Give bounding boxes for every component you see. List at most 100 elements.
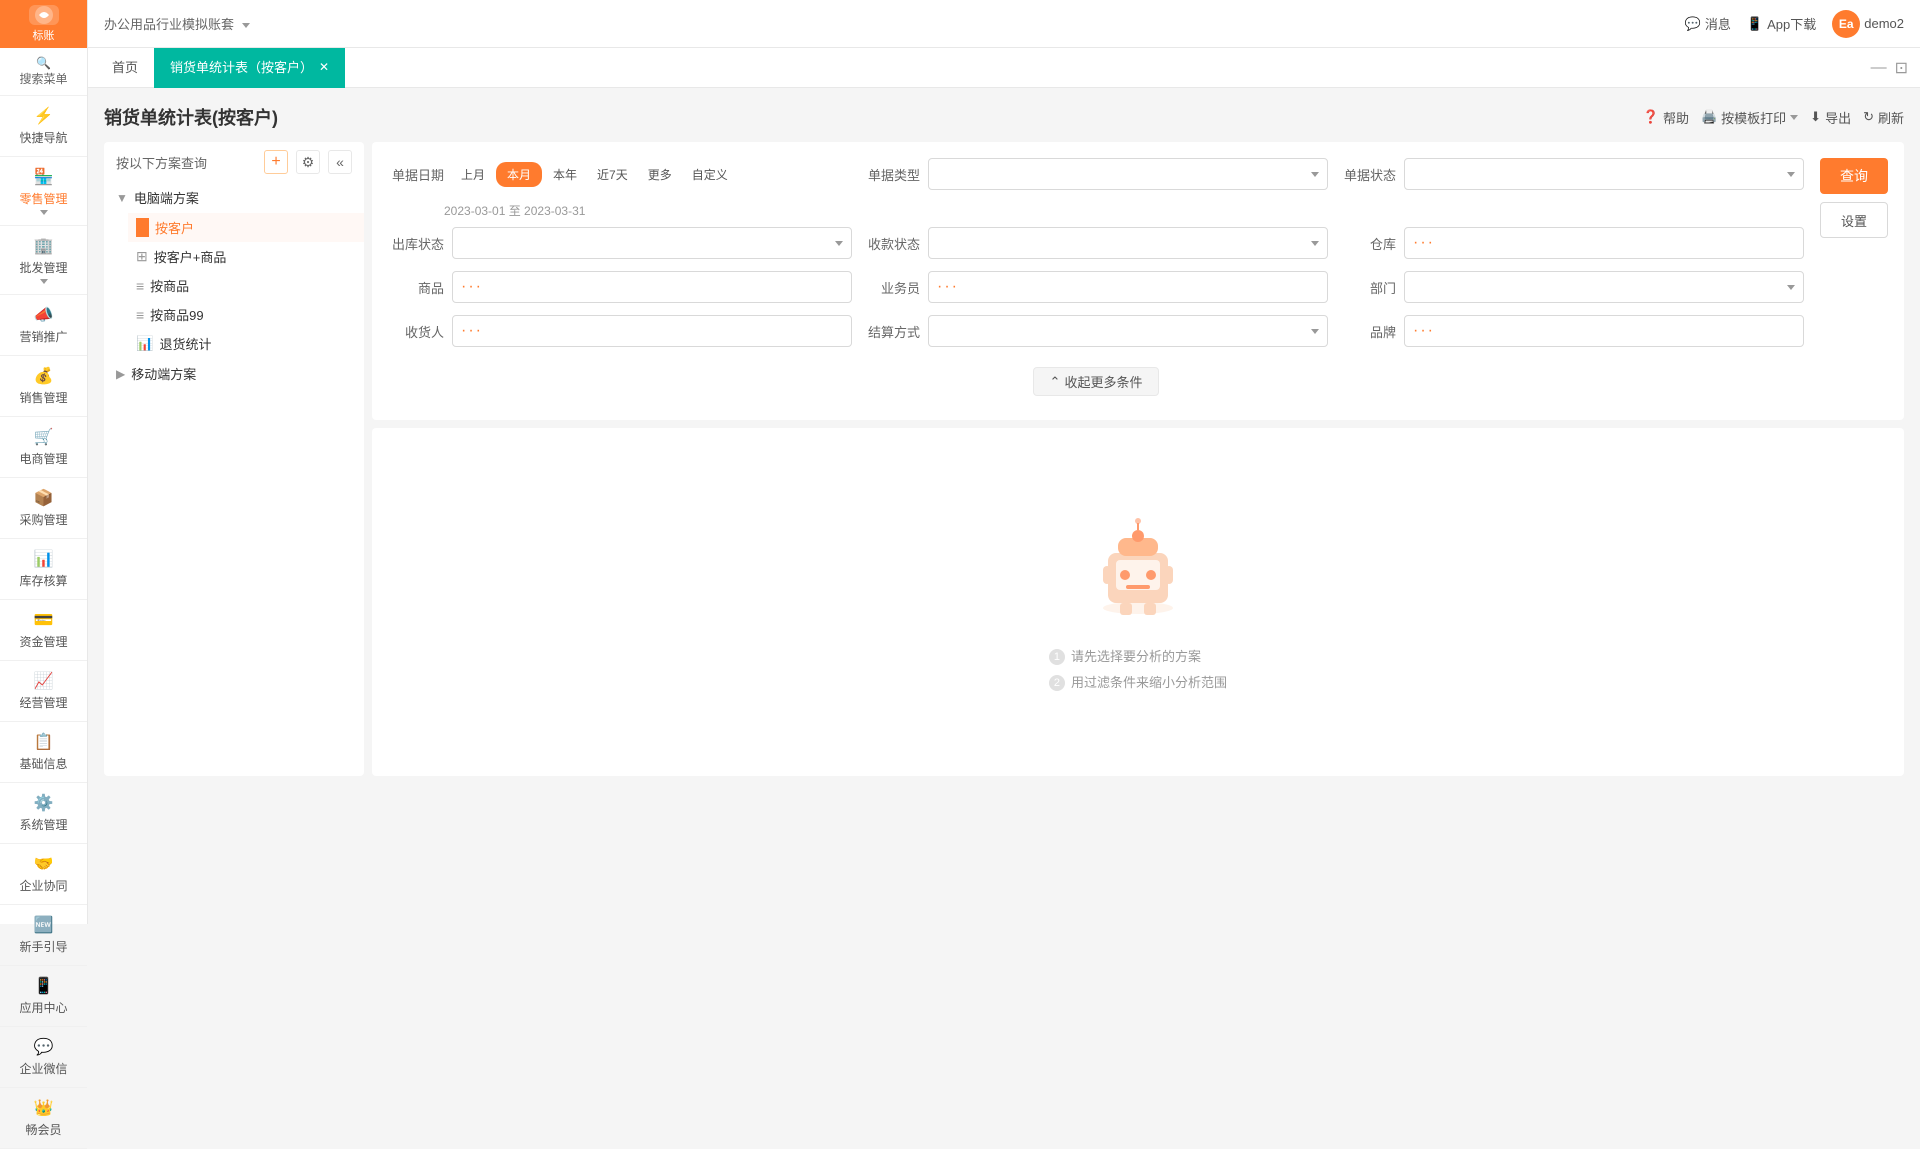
- filter-order-status-input[interactable]: [1404, 158, 1804, 190]
- sidebar-item-newuser[interactable]: 🆕 新手引导: [0, 905, 87, 966]
- return-stats-icon: 📊: [136, 335, 153, 352]
- filter-receipt-status-item: 收款状态: [864, 227, 1328, 259]
- export-btn[interactable]: ⬇ 导出: [1810, 108, 1851, 127]
- help-btn[interactable]: ❓ 帮助: [1643, 108, 1689, 127]
- header-dropdown-btn[interactable]: [242, 16, 250, 31]
- sidebar-item-appcenter[interactable]: 📱 应用中心: [0, 966, 87, 1027]
- sidebar-search-label: 搜索菜单: [4, 70, 83, 87]
- tab-home[interactable]: 首页: [96, 48, 154, 88]
- tab-sales-stat-label: 销货单统计表（按客户）: [170, 57, 313, 76]
- sidebar-item-quicknav[interactable]: ⚡ 快捷导航: [0, 96, 87, 157]
- filter-department-label: 部门: [1340, 278, 1396, 297]
- sidebar-item-purchase[interactable]: 📦 采购管理: [0, 478, 87, 539]
- tree-item-by-goods[interactable]: ≡ 按商品: [128, 271, 364, 300]
- message-btn[interactable]: 💬 消息: [1685, 14, 1731, 33]
- add-scheme-btn[interactable]: +: [264, 150, 288, 174]
- tab-sales-stat[interactable]: 销货单统计表（按客户） ✕: [154, 48, 345, 88]
- settings-scheme-btn[interactable]: ⚙: [296, 150, 320, 174]
- tree-section-label: 电脑端方案: [134, 188, 199, 207]
- tree-item-return-stats[interactable]: 📊 退货统计: [128, 329, 364, 358]
- tree-item-by-customer[interactable]: 客 按客户: [128, 213, 364, 242]
- date-btn-last-month[interactable]: 上月: [452, 162, 494, 187]
- sidebar-item-operations[interactable]: 📈 经营管理: [0, 661, 87, 722]
- sales-label: 销售管理: [19, 389, 67, 406]
- by-customer-goods-icon: ⊞: [136, 248, 148, 265]
- inventory-label: 库存核算: [19, 572, 67, 589]
- settings-btn[interactable]: 设置: [1820, 202, 1888, 238]
- member-label: 畅会员: [25, 1121, 61, 1138]
- refresh-btn[interactable]: ↻ 刷新: [1863, 108, 1904, 127]
- user-name: demo2: [1864, 16, 1904, 31]
- export-icon: ⬇: [1810, 109, 1821, 125]
- message-icon: 💬: [1685, 16, 1701, 32]
- filter-brand-item: 品牌 ···: [1340, 315, 1804, 347]
- filter-salesperson-input[interactable]: ···: [928, 271, 1328, 303]
- left-panel-title: 按以下方案查询: [116, 153, 207, 172]
- sidebar-item-finance[interactable]: 💳 资金管理: [0, 600, 87, 661]
- filter-recipient-input[interactable]: ···: [452, 315, 852, 347]
- filter-brand-input[interactable]: ···: [1404, 315, 1804, 347]
- print-label: 按模板打印: [1721, 108, 1786, 127]
- sidebar-item-inventory[interactable]: 📊 库存核算: [0, 539, 87, 600]
- print-btn[interactable]: 🖨️ 按模板打印: [1701, 108, 1798, 127]
- app-download-icon: 📱: [1747, 16, 1763, 32]
- filter-salesperson-item: 业务员 ···: [864, 271, 1328, 303]
- by-customer-icon: 客: [136, 218, 149, 237]
- collapse-btn[interactable]: ⌃ 收起更多条件: [1033, 367, 1160, 396]
- tab-minimize-icon[interactable]: —: [1871, 59, 1887, 77]
- tree-item-by-customer-goods[interactable]: ⊞ 按客户+商品: [128, 242, 364, 271]
- by-goods-label: 按商品: [150, 276, 189, 295]
- ecommerce-icon: 🛒: [34, 427, 54, 447]
- filter-goods-input[interactable]: ···: [452, 271, 852, 303]
- sidebar-item-retail[interactable]: 🏪 零售管理: [0, 157, 87, 226]
- sidebar-item-sales[interactable]: 💰 销售管理: [0, 356, 87, 417]
- platform-dropdown-icon: [242, 23, 250, 28]
- query-btn[interactable]: 查询: [1820, 158, 1888, 194]
- user-area[interactable]: Ea demo2: [1832, 10, 1904, 38]
- filter-out-status-input[interactable]: [452, 227, 852, 259]
- app-download-btn[interactable]: 📱 App下载: [1747, 14, 1816, 33]
- retail-expand-icon: [40, 210, 48, 215]
- filter-department-input[interactable]: [1404, 271, 1804, 303]
- date-btn-this-year[interactable]: 本年: [544, 162, 586, 187]
- sidebar-item-wholesale[interactable]: 🏢 批发管理: [0, 226, 87, 295]
- filter-warehouse-input[interactable]: ···: [1404, 227, 1804, 259]
- logo-text: 标账: [33, 27, 55, 43]
- date-btn-last-7[interactable]: 近7天: [588, 162, 637, 187]
- tab-close-icon[interactable]: ✕: [319, 60, 329, 74]
- date-btn-custom[interactable]: 自定义: [683, 162, 737, 187]
- left-nav-panel: 按以下方案查询 + ⚙ « ▼ 电脑端方案 客 按客户: [104, 142, 364, 776]
- inventory-icon: 📊: [34, 549, 54, 569]
- export-label: 导出: [1825, 108, 1851, 127]
- filter-order-type-input[interactable]: [928, 158, 1328, 190]
- filter-brand-label: 品牌: [1340, 322, 1396, 341]
- date-btn-more[interactable]: 更多: [639, 162, 681, 187]
- wholesale-icon: 🏢: [34, 236, 54, 256]
- filter-order-type-item: 单据类型: [864, 158, 1328, 190]
- tree-item-by-goods-99[interactable]: ≡ 按商品99: [128, 300, 364, 329]
- page-actions: ❓ 帮助 🖨️ 按模板打印 ⬇ 导出 ↻ 刷新: [1643, 108, 1904, 127]
- filter-receipt-status-input[interactable]: [928, 227, 1328, 259]
- filter-order-type-label: 单据类型: [864, 165, 920, 184]
- logo-area[interactable]: 标账: [0, 0, 87, 48]
- date-btn-this-month[interactable]: 本月: [496, 162, 542, 187]
- sidebar-search[interactable]: 🔍 搜索菜单: [0, 48, 87, 96]
- by-customer-label: 按客户: [155, 218, 194, 237]
- filter-settlement-input[interactable]: [928, 315, 1328, 347]
- tab-maximize-icon[interactable]: ⊡: [1895, 58, 1908, 78]
- filter-settlement-item: 结算方式: [864, 315, 1328, 347]
- retail-label: 零售管理: [19, 190, 67, 207]
- empty-tip-1: 1 请先选择要分析的方案: [1049, 644, 1227, 670]
- sidebar-item-wechat[interactable]: 💬 企业微信: [0, 1027, 87, 1088]
- sidebar-item-system[interactable]: ⚙️ 系统管理: [0, 783, 87, 844]
- sidebar-item-basicinfo[interactable]: 📋 基础信息: [0, 722, 87, 783]
- order-status-dropdown-icon: [1787, 172, 1795, 177]
- sidebar-item-marketing[interactable]: 📣 营销推广: [0, 295, 87, 356]
- sidebar-item-member[interactable]: 👑 畅会员: [0, 1088, 87, 1149]
- tree-section-pc[interactable]: ▼ 电脑端方案: [104, 182, 364, 213]
- tree-section-mobile[interactable]: ▶ 移动端方案: [104, 358, 364, 389]
- sidebar-item-cooperation[interactable]: 🤝 企业协同: [0, 844, 87, 905]
- collapse-panel-btn[interactable]: «: [328, 150, 352, 174]
- sidebar-item-ecommerce[interactable]: 🛒 电商管理: [0, 417, 87, 478]
- by-goods-99-icon: ≡: [136, 307, 144, 323]
